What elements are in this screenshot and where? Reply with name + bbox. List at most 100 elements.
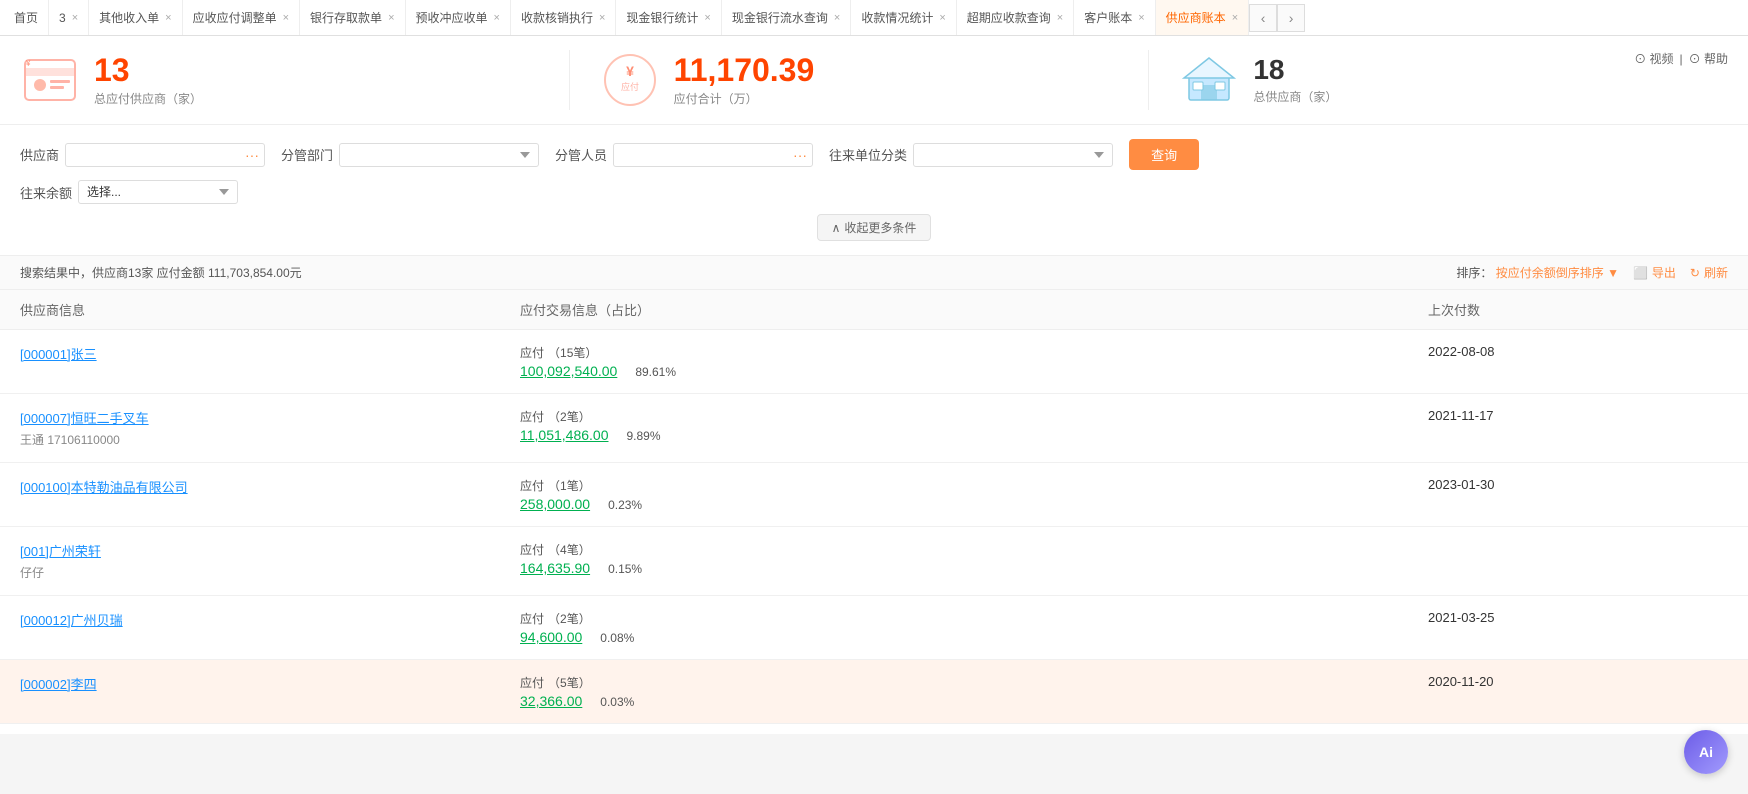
- tx-count-3: （4笔）: [548, 541, 591, 558]
- close-tab-other-income[interactable]: ×: [165, 12, 171, 24]
- supplier-link-0[interactable]: [000001]张三: [20, 347, 97, 362]
- percent-4: 0.08%: [600, 631, 634, 645]
- collapse-button[interactable]: ∧ 收起更多条件: [817, 214, 932, 241]
- amount-value-5[interactable]: 32,366.00: [520, 693, 582, 709]
- refresh-icon: ↻: [1690, 266, 1700, 280]
- close-tab-cash-bank-flow[interactable]: ×: [834, 12, 840, 24]
- tx-label-3: 应付: [520, 541, 544, 558]
- svg-text:¥: ¥: [25, 59, 31, 68]
- close-tab-customer-account[interactable]: ×: [1138, 12, 1144, 24]
- balance-select[interactable]: 选择...: [78, 180, 238, 204]
- tx-label-4: 应付: [520, 610, 544, 627]
- ai-badge[interactable]: Ai: [1684, 730, 1728, 774]
- table-row: [000001]张三 应付 （15笔） 100,092,540.00 89.61…: [0, 330, 1748, 394]
- nav-tab-3-label: 3: [59, 11, 66, 25]
- supplier-link-2[interactable]: [000100]本特勒油品有限公司: [20, 480, 188, 495]
- tx-amount-row-5: 32,366.00 0.03%: [520, 691, 1428, 709]
- close-tab-collect-status[interactable]: ×: [939, 12, 945, 24]
- nav-tab-other-income[interactable]: 其他收入单 ×: [89, 0, 182, 35]
- supplier-input-wrapper: ···: [65, 143, 265, 167]
- col-header-supplier: 供应商信息: [20, 300, 520, 319]
- col-header-tx: 应付交易信息（占比）: [520, 300, 1428, 319]
- close-tab-advance-collect[interactable]: ×: [494, 12, 500, 24]
- collapse-icon: ∧: [832, 221, 841, 235]
- tx-info-0: 应付 （15笔） 100,092,540.00 89.61%: [520, 344, 1428, 379]
- supplier-link-3[interactable]: [001]广州荣轩: [20, 544, 101, 559]
- nav-arrow-left[interactable]: ‹: [1249, 4, 1277, 32]
- nav-tab-collect-verify[interactable]: 收款核销执行 ×: [511, 0, 616, 35]
- nav-tab-overdue-query[interactable]: 超期应收款查询 ×: [957, 0, 1074, 35]
- supplier-info-2: [000100]本特勒油品有限公司: [20, 477, 520, 500]
- supplier-input[interactable]: [65, 143, 265, 167]
- top-navigation: 首页 3 × 其他收入单 × 应收应付调整单 × 银行存取款单 × 预收冲应收单…: [0, 0, 1748, 36]
- last-pay-date-1: 2021-11-17: [1428, 408, 1494, 423]
- nav-tab-advance-collect[interactable]: 预收冲应收单 ×: [406, 0, 511, 35]
- dept-label: 分管部门: [281, 145, 333, 164]
- amount-value-4[interactable]: 94,600.00: [520, 629, 582, 645]
- tx-amount-row-4: 94,600.00 0.08%: [520, 627, 1428, 645]
- nav-tab-home[interactable]: 首页: [4, 0, 49, 35]
- export-button[interactable]: ⬜ 导出: [1633, 264, 1676, 281]
- last-pay-1: 2021-11-17: [1428, 408, 1728, 423]
- nav-tab-collect-status[interactable]: 收款情况统计 ×: [851, 0, 956, 35]
- tx-count-4: （2笔）: [548, 610, 591, 627]
- nav-tab-bank-deposit[interactable]: 银行存取款单 ×: [300, 0, 405, 35]
- nav-tab-payable-adjust[interactable]: 应收应付调整单 ×: [183, 0, 300, 35]
- person-input[interactable]: [613, 143, 813, 167]
- nav-tab-3[interactable]: 3 ×: [49, 0, 89, 35]
- amount-value-2[interactable]: 258,000.00: [520, 496, 590, 512]
- person-input-wrapper: ···: [613, 143, 813, 167]
- nav-tab-supplier-account[interactable]: 供应商账本 ×: [1156, 0, 1249, 35]
- supplier-link-4[interactable]: [000012]广州贝瑞: [20, 613, 123, 628]
- collapse-label: 收起更多条件: [844, 219, 916, 236]
- tx-amount-row-3: 164,635.90 0.15%: [520, 558, 1428, 576]
- tx-label-2: 应付: [520, 477, 544, 494]
- tx-amount-row-1: 11,051,486.00 9.89%: [520, 425, 1428, 443]
- supplier-info-0: [000001]张三: [20, 344, 520, 367]
- sort-value[interactable]: 按应付余额倒序排序 ▼: [1496, 266, 1619, 280]
- stat-block-payable-suppliers: ¥ 13 总应付供应商（家）: [20, 50, 570, 110]
- nav-tab-cash-bank-stat[interactable]: 现金银行统计 ×: [616, 0, 721, 35]
- sort-label-text: 排序：: [1456, 266, 1492, 280]
- dept-select[interactable]: [339, 143, 539, 167]
- close-tab-supplier-account[interactable]: ×: [1232, 12, 1238, 24]
- amount-value-0[interactable]: 100,092,540.00: [520, 363, 617, 379]
- amount-value-1[interactable]: 11,051,486.00: [520, 427, 609, 443]
- close-tab-cash-bank-stat[interactable]: ×: [704, 12, 710, 24]
- supplier-link-5[interactable]: [000002]李四: [20, 677, 97, 692]
- table-row: [000100]本特勒油品有限公司 应付 （1笔） 258,000.00 0.2…: [0, 463, 1748, 527]
- supplier-info-5: [000002]李四: [20, 674, 520, 697]
- category-select[interactable]: [913, 143, 1113, 167]
- query-button[interactable]: 查询: [1129, 139, 1199, 170]
- nav-arrow-right[interactable]: ›: [1277, 4, 1305, 32]
- video-link[interactable]: ⊙ 视频: [1634, 50, 1673, 67]
- total-suppliers-count: 18: [1253, 56, 1337, 84]
- balance-select-wrapper: 选择...: [78, 180, 238, 204]
- close-tab-collect-verify[interactable]: ×: [599, 12, 605, 24]
- data-table: 供应商信息 应付交易信息（占比） 上次付数 [000001]张三 应付 （15笔…: [0, 290, 1748, 734]
- nav-tab-advance-collect-label: 预收冲应收单: [416, 9, 488, 26]
- nav-tab-cash-bank-flow[interactable]: 现金银行流水查询 ×: [722, 0, 851, 35]
- close-tab-overdue-query[interactable]: ×: [1057, 12, 1063, 24]
- last-pay-4: 2021-03-25: [1428, 610, 1728, 625]
- close-tab-bank-deposit[interactable]: ×: [388, 12, 394, 24]
- help-link[interactable]: ⊙ 帮助: [1689, 50, 1728, 67]
- search-field-balance: 往来余额 选择...: [20, 180, 238, 204]
- nav-tab-customer-account[interactable]: 客户账本 ×: [1074, 0, 1155, 35]
- export-label: 导出: [1652, 264, 1676, 281]
- tx-info-5: 应付 （5笔） 32,366.00 0.03%: [520, 674, 1428, 709]
- close-tab-3[interactable]: ×: [72, 12, 78, 24]
- supplier-sub-3: 仔仔: [20, 564, 520, 581]
- refresh-button[interactable]: ↻ 刷新: [1690, 264, 1728, 281]
- search-area: 供应商 ··· 分管部门 分管人员 ··· 往来单位分类: [0, 125, 1748, 256]
- tx-row-3: 应付 （4笔）: [520, 541, 1428, 558]
- supplier-link-1[interactable]: [000007]恒旺二手叉车: [20, 411, 149, 426]
- search-field-person: 分管人员 ···: [555, 143, 813, 167]
- payable-suppliers-count: 13: [94, 54, 202, 86]
- amount-value-3[interactable]: 164,635.90: [520, 560, 590, 576]
- percent-0: 89.61%: [635, 365, 676, 379]
- payable-icon: ¥: [20, 50, 80, 110]
- close-tab-payable-adjust[interactable]: ×: [283, 12, 289, 24]
- table-row: [000007]恒旺二手叉车 王通 17106110000 应付 （2笔） 11…: [0, 394, 1748, 463]
- search-field-category: 往来单位分类: [829, 143, 1113, 167]
